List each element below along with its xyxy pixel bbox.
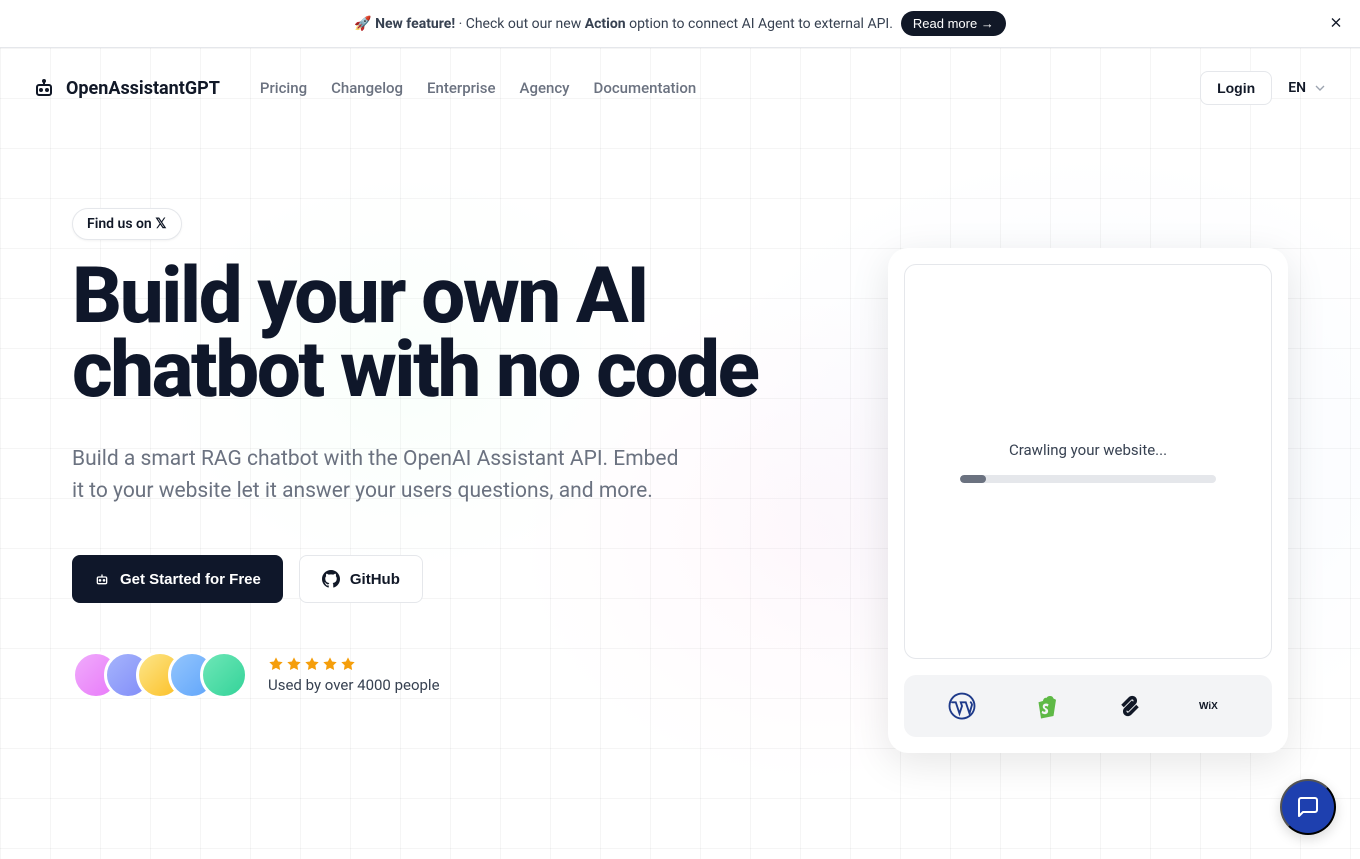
user-avatars — [72, 651, 248, 699]
nav-pricing[interactable]: Pricing — [260, 79, 307, 97]
hero-subtitle: Build a smart RAG chatbot with the OpenA… — [72, 444, 692, 507]
hero-title: Build your own AI chatbot with no code — [72, 260, 792, 408]
avatar — [200, 651, 248, 699]
chat-widget-button[interactable] — [1280, 779, 1336, 835]
language-label: EN — [1288, 80, 1306, 96]
star-rating — [268, 656, 440, 672]
banner-text: 🚀 New feature! · Check out our new Actio… — [354, 16, 893, 32]
github-icon — [322, 570, 340, 588]
star-icon — [322, 656, 338, 672]
bot-icon — [94, 571, 110, 587]
brand-name: OpenAssistantGPT — [66, 78, 220, 99]
login-button[interactable]: Login — [1200, 71, 1272, 105]
announcement-banner: 🚀 New feature! · Check out our new Actio… — [0, 0, 1360, 48]
close-icon — [1328, 14, 1344, 30]
shopify-icon — [1031, 691, 1061, 721]
read-more-button[interactable]: Read more → — [901, 11, 1006, 36]
star-icon — [286, 656, 302, 672]
language-selector[interactable]: EN — [1288, 80, 1328, 96]
bot-icon — [32, 76, 56, 100]
nav-enterprise[interactable]: Enterprise — [427, 79, 495, 97]
hero-section: Find us on 𝕏 Build your own AI chatbot w… — [0, 208, 1360, 699]
close-banner-button[interactable] — [1324, 10, 1348, 37]
star-icon — [268, 656, 284, 672]
get-started-button[interactable]: Get Started for Free — [72, 555, 283, 603]
brand-logo[interactable]: OpenAssistantGPT — [32, 76, 220, 100]
chat-icon — [1296, 795, 1320, 819]
progress-fill — [960, 475, 986, 483]
star-icon — [304, 656, 320, 672]
used-by-label: Used by over 4000 people — [268, 676, 440, 694]
nav-changelog[interactable]: Changelog — [331, 79, 403, 97]
nav-agency[interactable]: Agency — [520, 79, 570, 97]
wix-icon: WiX — [1199, 691, 1229, 721]
demo-preview: Crawling your website... — [904, 264, 1272, 659]
nav-documentation[interactable]: Documentation — [594, 79, 697, 97]
crawl-status: Crawling your website... — [1009, 441, 1167, 459]
github-button[interactable]: GitHub — [299, 555, 423, 603]
squarespace-icon — [1115, 691, 1145, 721]
star-icon — [340, 656, 356, 672]
demo-card: Crawling your website... WiX — [888, 248, 1288, 753]
svg-text:WiX: WiX — [1199, 701, 1218, 712]
site-header: OpenAssistantGPT Pricing Changelog Enter… — [0, 48, 1360, 128]
integrations-bar: WiX — [904, 675, 1272, 737]
progress-bar — [960, 475, 1216, 483]
wordpress-icon — [947, 691, 977, 721]
main-nav: Pricing Changelog Enterprise Agency Docu… — [260, 79, 696, 97]
twitter-pill[interactable]: Find us on 𝕏 — [72, 208, 182, 240]
social-proof: Used by over 4000 people — [72, 651, 792, 699]
chevron-down-icon — [1312, 80, 1328, 96]
